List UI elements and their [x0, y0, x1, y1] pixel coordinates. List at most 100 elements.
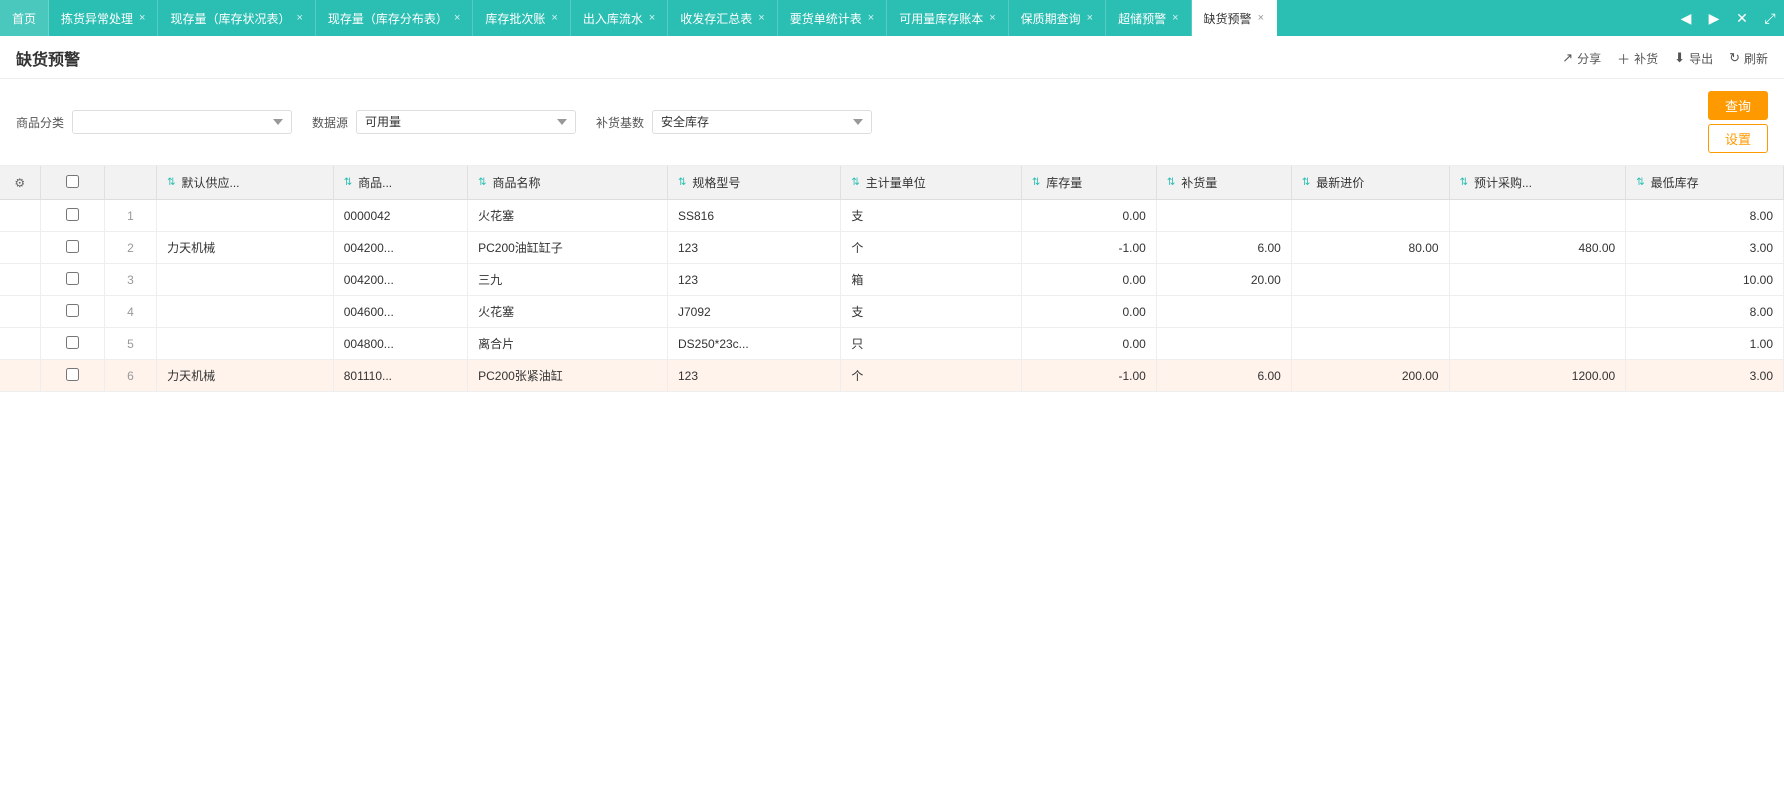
estimated-purchase-column-header[interactable]: ⇅ 预计采购...: [1449, 166, 1626, 200]
row-min-stock: 3.00: [1626, 360, 1784, 392]
tab-close-icon[interactable]: ×: [868, 12, 874, 24]
row-number: 2: [104, 232, 156, 264]
goods-name-col-label: 商品名称: [492, 174, 540, 191]
row-estimated-purchase: [1449, 200, 1626, 232]
row-unit: 个: [841, 232, 1021, 264]
category-select[interactable]: [72, 110, 292, 134]
sort-icon: ⇅: [478, 177, 486, 188]
tab-close-icon[interactable]: ×: [758, 12, 764, 24]
row-gear-cell: [0, 264, 40, 296]
latest-price-column-header[interactable]: ⇅ 最新进价: [1291, 166, 1449, 200]
row-goods-code: 004600...: [333, 296, 467, 328]
row-checkbox[interactable]: [66, 240, 79, 253]
supplement-qty-column-header[interactable]: ⇅ 补货量: [1156, 166, 1291, 200]
row-supplier: 力天机械: [157, 232, 334, 264]
supplement-label: 补货基数: [596, 114, 644, 131]
tab-close-all-button[interactable]: ✕: [1728, 0, 1756, 36]
query-button[interactable]: 查询: [1708, 91, 1768, 120]
tab-home[interactable]: 首页: [0, 0, 49, 36]
row-goods-code: 004200...: [333, 232, 467, 264]
share-label: 分享: [1577, 50, 1601, 67]
tab-flow[interactable]: 出入库流水 ×: [571, 0, 668, 36]
supplement-button[interactable]: ＋ 补货: [1617, 49, 1658, 68]
row-checkbox[interactable]: [66, 336, 79, 349]
tab-close-icon[interactable]: ×: [296, 12, 302, 24]
spec-column-header[interactable]: ⇅ 规格型号: [667, 166, 840, 200]
supplement-select[interactable]: 安全库存 最低库存: [652, 110, 872, 134]
tab-expiry[interactable]: 保质期查询 ×: [1009, 0, 1106, 36]
row-gear-cell: [0, 360, 40, 392]
row-goods-name: PC200张紧油缸: [468, 360, 668, 392]
tab-batch[interactable]: 库存批次账 ×: [473, 0, 570, 36]
stock-qty-column-header[interactable]: ⇅ 库存量: [1021, 166, 1156, 200]
gear-column-header[interactable]: ⚙: [0, 166, 40, 200]
tab-close-icon[interactable]: ×: [649, 12, 655, 24]
tab-expand-button[interactable]: ⤢: [1756, 0, 1784, 36]
tab-stock2[interactable]: 现存量（库存分布表） ×: [316, 0, 473, 36]
settings-button[interactable]: 设置: [1708, 124, 1768, 153]
row-min-stock: 10.00: [1626, 264, 1784, 296]
row-checkbox-cell[interactable]: [40, 232, 104, 264]
row-estimated-purchase: 480.00: [1449, 232, 1626, 264]
row-checkbox[interactable]: [66, 272, 79, 285]
row-checkbox-cell[interactable]: [40, 328, 104, 360]
goods-name-column-header[interactable]: ⇅ 商品名称: [468, 166, 668, 200]
tab-close-icon[interactable]: ×: [551, 12, 557, 24]
row-estimated-purchase: [1449, 264, 1626, 296]
tab-label: 首页: [12, 10, 36, 27]
tab-close-icon[interactable]: ×: [1172, 12, 1178, 24]
row-checkbox[interactable]: [66, 368, 79, 381]
row-estimated-purchase: 1200.00: [1449, 360, 1626, 392]
export-button[interactable]: ⬇ 导出: [1674, 50, 1713, 67]
tab-close-icon[interactable]: ×: [454, 12, 460, 24]
row-goods-code: 004200...: [333, 264, 467, 296]
row-supplement-qty: 6.00: [1156, 232, 1291, 264]
refresh-button[interactable]: ↻ 刷新: [1729, 50, 1768, 67]
share-icon: ↗: [1562, 50, 1573, 66]
tab-close-icon[interactable]: ×: [1258, 12, 1264, 24]
row-checkbox-cell[interactable]: [40, 264, 104, 296]
sort-icon: ⇅: [344, 177, 352, 188]
row-supplier: [157, 264, 334, 296]
tab-summary[interactable]: 收发存汇总表 ×: [668, 0, 777, 36]
tab-close-icon[interactable]: ×: [139, 12, 145, 24]
goods-code-column-header[interactable]: ⇅ 商品...: [333, 166, 467, 200]
tab-label: 要货单统计表: [790, 10, 862, 27]
supplement-label: 补货: [1634, 50, 1658, 67]
row-latest-price: [1291, 264, 1449, 296]
row-supplier: 力天机械: [157, 360, 334, 392]
row-checkbox-cell[interactable]: [40, 296, 104, 328]
tab-picking[interactable]: 拣货异常处理 ×: [49, 0, 158, 36]
supplier-column-header[interactable]: ⇅ 默认供应...: [157, 166, 334, 200]
row-stock-qty: -1.00: [1021, 360, 1156, 392]
tab-next-button[interactable]: ▶: [1700, 0, 1728, 36]
tab-available[interactable]: 可用量库存账本 ×: [887, 0, 1008, 36]
tab-overstock[interactable]: 超储预警 ×: [1106, 0, 1191, 36]
row-checkbox-cell[interactable]: [40, 360, 104, 392]
tab-stock1[interactable]: 现存量（库存状况表） ×: [158, 0, 315, 36]
select-all-checkbox[interactable]: [66, 175, 79, 188]
tab-close-icon[interactable]: ×: [989, 12, 995, 24]
row-unit: 只: [841, 328, 1021, 360]
estimated-purchase-col-label: 预计采购...: [1474, 174, 1532, 191]
table-header-row: ⚙ ⇅ 默认供应... ⇅ 商品...: [0, 166, 1784, 200]
datasource-select[interactable]: 可用量 库存量: [356, 110, 576, 134]
min-stock-column-header[interactable]: ⇅ 最低库存: [1626, 166, 1784, 200]
row-spec: J7092: [667, 296, 840, 328]
refresh-label: 刷新: [1744, 50, 1768, 67]
row-checkbox-cell[interactable]: [40, 200, 104, 232]
goods-code-col-label: 商品...: [358, 174, 392, 191]
tab-prev-button[interactable]: ◀: [1672, 0, 1700, 36]
share-button[interactable]: ↗ 分享: [1562, 50, 1601, 67]
table-row: 6 力天机械 801110... PC200张紧油缸 123 个 -1.00 6…: [0, 360, 1784, 392]
row-unit: 箱: [841, 264, 1021, 296]
tab-requisition[interactable]: 要货单统计表 ×: [778, 0, 887, 36]
row-checkbox[interactable]: [66, 208, 79, 221]
tab-close-icon[interactable]: ×: [1087, 12, 1093, 24]
tab-label: 拣货异常处理: [61, 10, 133, 27]
datasource-filter-group: 数据源 可用量 库存量: [312, 110, 576, 134]
tab-shortage[interactable]: 缺货预警 ×: [1192, 0, 1277, 36]
row-supplier: [157, 200, 334, 232]
unit-column-header[interactable]: ⇅ 主计量单位: [841, 166, 1021, 200]
row-checkbox[interactable]: [66, 304, 79, 317]
